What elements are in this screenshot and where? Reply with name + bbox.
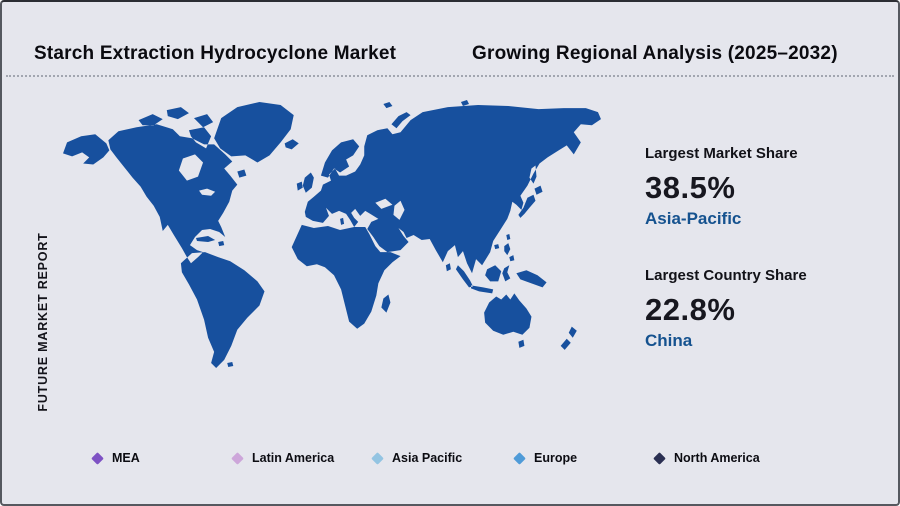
legend-item-europe: Europe [513, 449, 578, 467]
stat-country-share-value: 22.8% [645, 292, 736, 327]
legend-label-latin-america: Latin America [252, 451, 335, 465]
legend-marker-north-america [653, 451, 666, 465]
stat-country-share-label: Largest Country Share [645, 267, 807, 284]
world-map [63, 100, 601, 368]
stat-country-share-region: China [645, 331, 693, 350]
dotted-divider [6, 75, 894, 77]
brand-watermark: FUTURE MARKET REPORT [36, 232, 50, 412]
stat-market-share-value: 38.5% [645, 170, 736, 205]
legend-label-north-america: North America [674, 451, 760, 465]
legend-item-mea: MEA [91, 449, 140, 467]
stat-market-share: Largest Market Share 38.5% Asia-Pacific [645, 145, 885, 229]
page-title-market: Starch Extraction Hydrocyclone Market [34, 43, 397, 64]
stat-country-share: Largest Country Share 22.8% China [645, 267, 885, 351]
legend-marker-latin-america [231, 451, 244, 465]
legend-item-latin-america: Latin America [231, 449, 335, 467]
legend-marker-europe [513, 451, 526, 465]
legend-item-asia-pacific: Asia Pacific [371, 449, 463, 467]
stat-market-share-label: Largest Market Share [645, 145, 798, 162]
world-map-landmass [63, 100, 601, 368]
legend-marker-mea [91, 451, 104, 465]
legend-item-north-america: North America [653, 449, 760, 467]
page-title-analysis: Growing Regional Analysis (2025–2032) [472, 43, 838, 64]
legend-label-europe: Europe [534, 451, 578, 465]
legend-marker-asia-pacific [371, 451, 384, 465]
market-infographic: Starch Extraction Hydrocyclone Market Gr… [0, 0, 900, 506]
legend-label-mea: MEA [112, 451, 140, 465]
stat-market-share-region: Asia-Pacific [645, 209, 742, 228]
legend-label-asia-pacific: Asia Pacific [392, 451, 463, 465]
